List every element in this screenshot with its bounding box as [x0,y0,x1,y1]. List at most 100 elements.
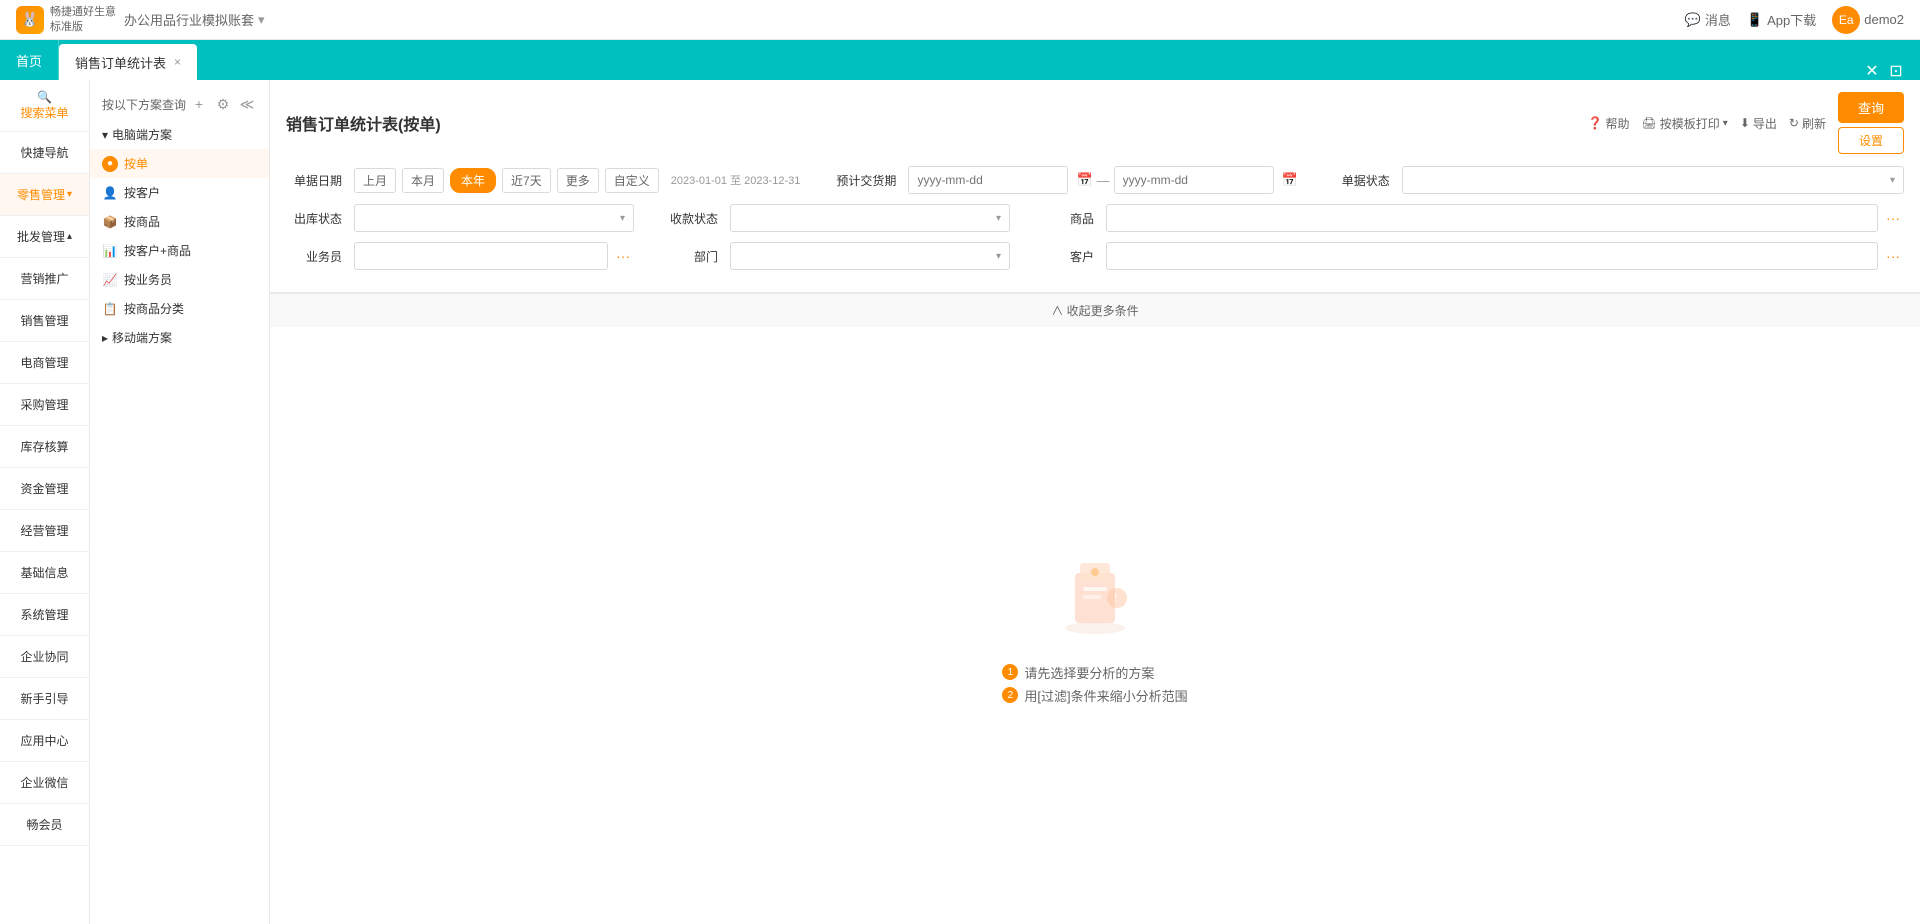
sidebar-item-finance[interactable]: 资金管理 [0,468,89,510]
sidebar-item-corpwechat[interactable]: 企业微信 [0,762,89,804]
dept-label: 部门 [662,248,718,265]
breadcrumb: 办公用品行业模拟账套 ▾ [124,10,265,29]
expand-arrow-icon: ▾ [102,128,108,142]
sidebar-item-inventory[interactable]: 库存核算 [0,426,89,468]
payment-status-select[interactable]: ▾ [730,204,1010,232]
salesperson-more-icon[interactable]: ··· [612,248,634,264]
product-label: 商品 [1038,210,1094,227]
left-panel-header: 按以下方案查询 + ⚙ ≪ [90,88,269,120]
window-maximize-button[interactable]: ⊡ [1888,64,1904,80]
sidebar-item-ops[interactable]: 经营管理 [0,510,89,552]
sidebar-item-member[interactable]: 畅会员 [0,804,89,846]
message-icon: 💬 [1685,12,1701,28]
calendar-icon-2[interactable]: 📅 [1282,172,1298,188]
window-close-button[interactable]: ✕ [1864,64,1880,80]
page-title: 销售订单统计表(按单) [286,111,441,135]
more-date-button[interactable]: 更多 [557,168,599,193]
ship-status-label: 出库状态 [286,210,342,227]
payment-status-label: 收款状态 [662,210,718,227]
export-button[interactable]: ⬇ 导出 [1740,115,1777,132]
sidebar-item-purchase[interactable]: 采购管理 [0,384,89,426]
payment-select-arrow-icon: ▾ [996,213,1001,224]
customer-icon: 👤 [102,185,118,201]
last7days-button[interactable]: 近7天 [502,168,551,193]
collapse-filter-button[interactable]: ∧ 收起更多条件 [270,293,1920,327]
avatar: Ea [1832,6,1860,34]
collapse-arrow-icon: ▸ [102,331,108,345]
scheme-item-by-order[interactable]: ● 按单 [90,149,269,178]
last-month-button[interactable]: 上月 [354,168,396,193]
settings-button[interactable]: 设置 [1838,127,1904,154]
tab-sales-order[interactable]: 销售订单统计表 × [59,44,197,80]
date-range-text: 2023-01-01 至 2023-12-31 [671,172,801,188]
query-button[interactable]: 查询 [1838,92,1904,123]
pc-group-title[interactable]: ▾ 电脑端方案 [90,120,269,149]
collapse-panel-button[interactable]: ≪ [237,94,257,114]
sidebar-item-sales[interactable]: 销售管理 [0,300,89,342]
logo-icon: 🐰 [16,6,44,34]
status-label: 单据状态 [1334,172,1390,189]
active-dot-icon: ● [102,156,118,172]
product-more-icon[interactable]: ··· [1882,210,1904,226]
sidebar-item-ecom[interactable]: 电商管理 [0,342,89,384]
customer-input[interactable] [1106,242,1878,270]
sidebar-item-wholesale[interactable]: 批发管理 ▴ [0,216,89,258]
app-download-button[interactable]: 📱 App下载 [1747,10,1816,29]
ship-status-select[interactable]: ▾ [354,204,634,232]
this-year-button[interactable]: 本年 [450,168,496,193]
product-input[interactable] [1106,204,1878,232]
expected-date-start-input[interactable] [908,166,1068,194]
sidebar-item-guide[interactable]: 新手引导 [0,678,89,720]
edit-scheme-button[interactable]: ⚙ [213,94,233,114]
ship-select-arrow-icon: ▾ [620,213,625,224]
dept-select[interactable]: ▾ [730,242,1010,270]
scheme-item-by-product[interactable]: 📦 按商品 [90,207,269,236]
salesperson-label: 业务员 [286,248,342,265]
search-icon: 🔍 [37,90,52,104]
refresh-button[interactable]: ↻ 刷新 [1789,115,1826,132]
status-select-arrow-icon: ▾ [1890,175,1895,186]
customer-more-icon[interactable]: ··· [1882,248,1904,264]
chevron-up-icon: ▴ [67,231,72,242]
scheme-item-by-customer[interactable]: 👤 按客户 [90,178,269,207]
expected-date-label: 预计交货期 [836,172,896,189]
salesperson-input[interactable] [354,242,608,270]
print-button[interactable]: 🖨 按模板打印 ▾ [1642,115,1728,132]
sidebar-item-system[interactable]: 系统管理 [0,594,89,636]
this-month-button[interactable]: 本月 [402,168,444,193]
sidebar-item-quicknav[interactable]: 快捷导航 [0,132,89,174]
calendar-icon-1[interactable]: 📅 [1076,172,1092,188]
product-icon: 📦 [102,214,118,230]
mobile-group-title[interactable]: ▸ 移动端方案 [90,323,269,352]
print-icon: 🖨 [1642,116,1657,130]
sidebar-item-appcenter[interactable]: 应用中心 [0,720,89,762]
expected-date-end-input[interactable] [1114,166,1274,194]
scheme-item-by-customer-product[interactable]: 📊 按客户+商品 [90,236,269,265]
sidebar-item-marketing[interactable]: 营销推广 [0,258,89,300]
custom-date-button[interactable]: 自定义 [605,168,659,193]
svg-text:!: ! [1114,591,1117,605]
message-button[interactable]: 💬 消息 [1685,10,1731,29]
tab-close-icon[interactable]: × [174,55,181,69]
empty-illustration: ! [1045,543,1145,643]
status-select[interactable]: ▾ [1402,166,1904,194]
page-title-bar: 销售订单统计表(按单) ❓ 帮助 🖨 按模板打印 ▾ ⬇ 导出 [270,80,1920,154]
logo: 🐰 畅捷通好生意 标准版 [16,5,116,34]
breadcrumb-arrow-icon: ▾ [258,12,265,28]
user-area[interactable]: Ea demo2 [1832,6,1904,34]
export-icon: ⬇ [1740,116,1750,130]
chevron-down-icon: ▾ [67,189,72,200]
sidebar-item-corp[interactable]: 企业协同 [0,636,89,678]
scheme-item-by-category[interactable]: 📋 按商品分类 [90,294,269,323]
sidebar-item-basic[interactable]: 基础信息 [0,552,89,594]
tab-home[interactable]: 首页 [0,40,59,80]
help-button[interactable]: ❓ 帮助 [1588,115,1630,132]
customer-product-icon: 📊 [102,243,118,259]
scheme-item-by-salesperson[interactable]: 📈 按业务员 [90,265,269,294]
sidebar-item-retail[interactable]: 零售管理 ▾ [0,174,89,216]
empty-tips: 1 请先选择要分析的方案 2 用[过滤]条件来缩小分析范围 [1002,659,1187,709]
category-icon: 📋 [102,301,118,317]
sidebar-search[interactable]: 🔍 搜索菜单 [0,80,89,132]
download-icon: 📱 [1747,12,1763,28]
add-scheme-button[interactable]: + [189,94,209,114]
